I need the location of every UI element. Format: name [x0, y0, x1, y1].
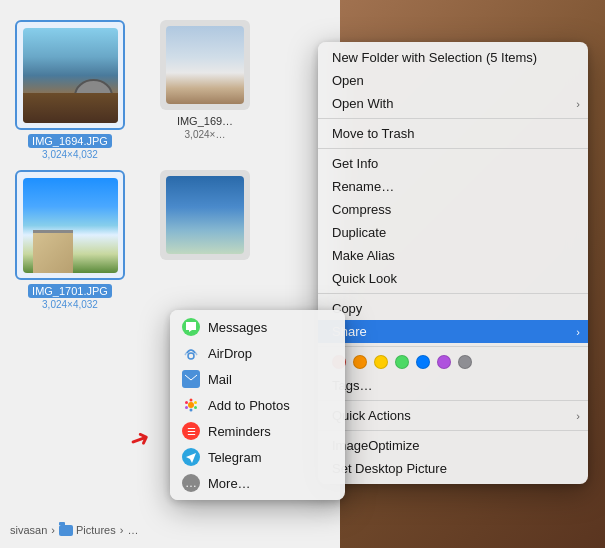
breadcrumb-more: … [127, 524, 138, 536]
file-item-img1694[interactable]: IMG_1694.JPG 3,024×4,032 [10, 20, 130, 160]
breadcrumb: sivasan › Pictures › … [10, 524, 138, 536]
svg-text:☰: ☰ [187, 426, 196, 437]
file-thumb-img1701 [15, 170, 125, 280]
more-icon: … [182, 474, 200, 492]
file-item-partial[interactable] [160, 170, 250, 310]
airdrop-icon [182, 344, 200, 362]
file-dims-img1701: 3,024×4,032 [42, 299, 98, 310]
file-label-img1694: IMG_1694.JPG [28, 134, 112, 148]
submenu-item-telegram[interactable]: Telegram [170, 444, 345, 470]
reminders-icon: ☰ [182, 422, 200, 440]
separator-1 [318, 118, 588, 119]
file-item-img1701[interactable]: IMG_1701.JPG 3,024×4,032 [10, 170, 130, 310]
menu-item-imageoptimize[interactable]: ImageOptimize [318, 434, 588, 457]
thumbnail-partial [166, 176, 244, 254]
tag-dot-green[interactable] [395, 355, 409, 369]
submenu-item-airdrop[interactable]: AirDrop [170, 340, 345, 366]
file-thumb-img1695 [160, 20, 250, 110]
menu-item-share[interactable]: Share › [318, 320, 588, 343]
thumbnail-img1701 [23, 178, 118, 273]
finder-file-grid: IMG_1694.JPG 3,024×4,032 IMG_169… 3,024×… [0, 10, 340, 320]
menu-item-get-info[interactable]: Get Info [318, 152, 588, 175]
breadcrumb-chevron: › [51, 524, 55, 536]
menu-item-duplicate[interactable]: Duplicate [318, 221, 588, 244]
breadcrumb-item-pictures[interactable]: Pictures [76, 524, 116, 536]
tag-dot-gray[interactable] [458, 355, 472, 369]
menu-item-new-folder[interactable]: New Folder with Selection (5 Items) [318, 46, 588, 69]
svg-point-5 [194, 406, 197, 409]
separator-4 [318, 346, 588, 347]
menu-item-open[interactable]: Open [318, 69, 588, 92]
svg-text:…: … [185, 476, 197, 490]
svg-point-8 [185, 401, 188, 404]
tag-dot-blue[interactable] [416, 355, 430, 369]
file-thumb-partial [160, 170, 250, 260]
share-submenu: Messages AirDrop Mail [170, 310, 345, 500]
separator-2 [318, 148, 588, 149]
submenu-item-add-photos[interactable]: Add to Photos [170, 392, 345, 418]
tag-dot-purple[interactable] [437, 355, 451, 369]
menu-item-quick-look[interactable]: Quick Look [318, 267, 588, 290]
menu-item-move-trash[interactable]: Move to Trash [318, 122, 588, 145]
menu-item-make-alias[interactable]: Make Alias [318, 244, 588, 267]
thumbnail-img1695 [166, 26, 244, 104]
svg-point-0 [188, 353, 194, 359]
file-item-img1695[interactable]: IMG_169… 3,024×… [160, 20, 250, 160]
breadcrumb-folder: Pictures [59, 524, 116, 536]
file-thumb-img1694 [15, 20, 125, 130]
separator-5 [318, 400, 588, 401]
photos-icon [182, 396, 200, 414]
share-chevron-icon: › [576, 326, 580, 338]
thumbnail-img1694 [23, 28, 118, 123]
submenu-item-more[interactable]: … More… [170, 470, 345, 496]
svg-point-3 [190, 399, 193, 402]
separator-6 [318, 430, 588, 431]
tag-dot-orange[interactable] [353, 355, 367, 369]
file-dims-img1695: 3,024×… [185, 129, 226, 140]
mail-icon [182, 370, 200, 388]
messages-icon [182, 318, 200, 336]
submenu-item-messages[interactable]: Messages [170, 314, 345, 340]
svg-point-4 [194, 401, 197, 404]
separator-3 [318, 293, 588, 294]
menu-item-compress[interactable]: Compress [318, 198, 588, 221]
submenu-item-mail[interactable]: Mail [170, 366, 345, 392]
file-dims-img1694: 3,024×4,032 [42, 149, 98, 160]
menu-item-tags[interactable]: Tags… [318, 374, 588, 397]
submenu-item-reminders[interactable]: ☰ Reminders [170, 418, 345, 444]
tag-dot-yellow[interactable] [374, 355, 388, 369]
folder-icon [59, 525, 73, 536]
telegram-icon [182, 448, 200, 466]
svg-point-6 [190, 409, 193, 412]
menu-item-rename[interactable]: Rename… [318, 175, 588, 198]
menu-item-open-with[interactable]: Open With › [318, 92, 588, 115]
breadcrumb-item-sivasan[interactable]: sivasan [10, 524, 47, 536]
svg-point-2 [188, 402, 194, 408]
menu-item-set-desktop[interactable]: Set Desktop Picture [318, 457, 588, 480]
menu-item-quick-actions[interactable]: Quick Actions › [318, 404, 588, 427]
context-menu: New Folder with Selection (5 Items) Open… [318, 42, 588, 484]
quick-actions-chevron-icon: › [576, 410, 580, 422]
file-label-img1701: IMG_1701.JPG [28, 284, 112, 298]
breadcrumb-chevron2: › [120, 524, 124, 536]
menu-item-copy[interactable]: Copy [318, 297, 588, 320]
file-label-img1695: IMG_169… [173, 114, 237, 128]
svg-point-7 [185, 406, 188, 409]
chevron-right-icon: › [576, 98, 580, 110]
color-tags-row [318, 350, 588, 374]
